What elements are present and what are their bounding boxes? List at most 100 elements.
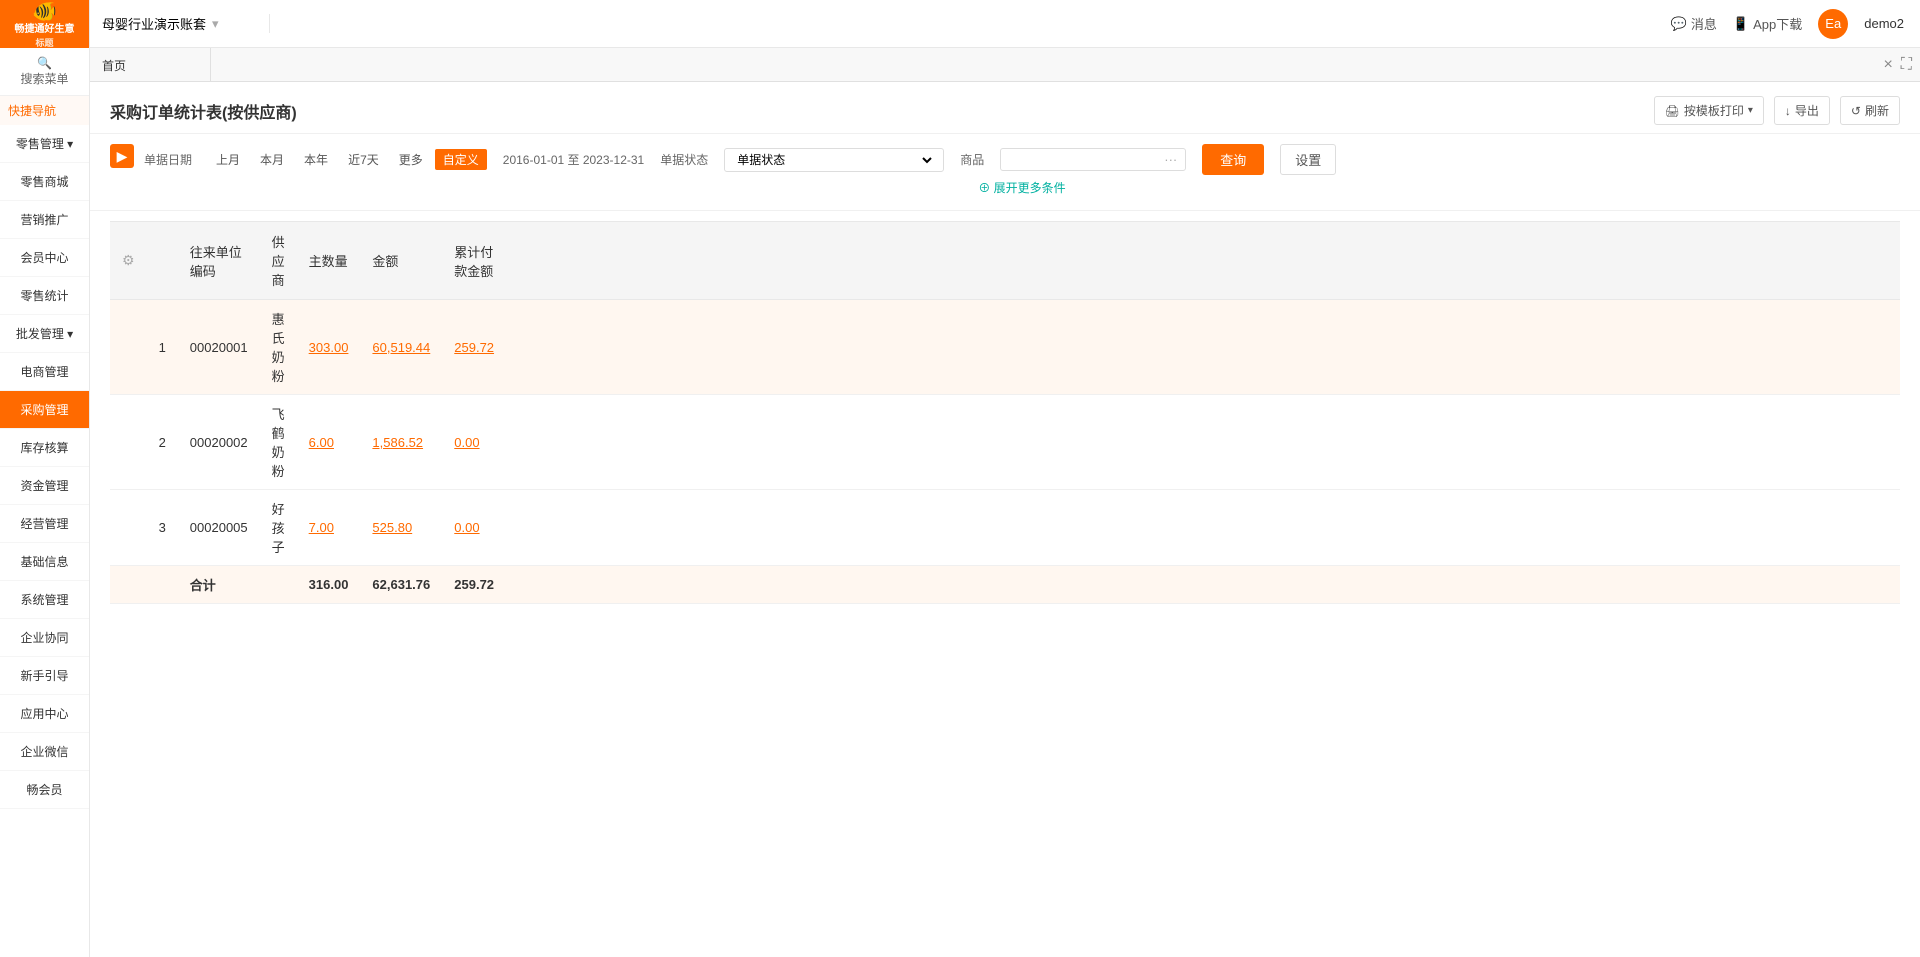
sidebar-quicknav[interactable]: 快捷导航 xyxy=(0,96,89,125)
logo-icon: 🐠 xyxy=(32,0,57,24)
cell-quantity-0: 303.00 xyxy=(297,300,361,395)
cell-index-2: 3 xyxy=(147,490,178,566)
tag-this-month[interactable]: 本月 xyxy=(252,149,292,170)
query-button[interactable]: 查询 xyxy=(1202,144,1264,175)
cell-quantity-1: 6.00 xyxy=(297,395,361,490)
cell-amount-2: 525.80 xyxy=(360,490,442,566)
footer-extra-cell xyxy=(506,566,1900,604)
cell-code-2: 00020005 xyxy=(178,490,260,566)
sidebar-item-15[interactable]: 应用中心 xyxy=(0,695,89,733)
sidebar-item-8[interactable]: 库存核算 xyxy=(0,429,89,467)
col-supplier: 供应商 xyxy=(260,222,297,300)
paid-link-1[interactable]: 0.00 xyxy=(454,435,479,450)
table-row[interactable]: 2 00020002 飞鹤奶粉 6.00 1,586.52 0.00 xyxy=(110,395,1900,490)
footer-settings-cell xyxy=(110,566,147,604)
paid-link-2[interactable]: 0.00 xyxy=(454,520,479,535)
nav-label: 快捷导航 xyxy=(8,102,56,119)
cell-code-0: 00020001 xyxy=(178,300,260,395)
table-body: 1 00020001 惠氏奶粉 303.00 60,519.44 259.72 … xyxy=(110,300,1900,566)
refresh-icon: ↺ xyxy=(1851,104,1861,118)
quantity-link-0[interactable]: 303.00 xyxy=(309,340,349,355)
footer-amount-cell: 62,631.76 xyxy=(360,566,442,604)
quantity-link-2[interactable]: 7.00 xyxy=(309,520,334,535)
close-all-icon[interactable]: × xyxy=(1883,56,1892,74)
tab-item-0[interactable]: 首页 xyxy=(90,48,211,82)
topbar-store[interactable]: 母婴行业演示账套 ▾ xyxy=(90,14,270,33)
expand-more-btn[interactable]: ⊕ 展开更多条件 xyxy=(974,175,1069,200)
sidebar-item-10[interactable]: 经营管理 xyxy=(0,505,89,543)
topbar: 母婴行业演示账套 ▾ 💬 消息 📱 App下载 Ea demo2 xyxy=(90,0,1920,48)
sidebar-logo[interactable]: 🐠 畅捷通好生意 标题 xyxy=(0,0,89,48)
cell-supplier-0: 惠氏奶粉 xyxy=(260,300,297,395)
refresh-button[interactable]: ↺ 刷新 xyxy=(1840,96,1900,125)
sidebar: 🐠 畅捷通好生意 标题 🔍 搜索菜单 快捷导航 零售管理 ▾零售商城营销推广会员… xyxy=(0,0,90,957)
message-btn[interactable]: 💬 消息 xyxy=(1671,14,1717,33)
app-download-btn[interactable]: 📱 App下载 xyxy=(1733,14,1802,33)
sidebar-item-13[interactable]: 企业协同 xyxy=(0,619,89,657)
export-label: 导出 xyxy=(1795,102,1819,119)
cell-quantity-2: 7.00 xyxy=(297,490,361,566)
product-filter-input[interactable]: ··· xyxy=(1000,148,1186,171)
sidebar-item-12[interactable]: 系统管理 xyxy=(0,581,89,619)
message-label: 消息 xyxy=(1691,14,1717,33)
cell-settings-2 xyxy=(110,490,147,566)
cell-settings-1 xyxy=(110,395,147,490)
tag-more-dates[interactable]: 更多 xyxy=(391,149,431,170)
sidebar-item-0[interactable]: 零售管理 ▾ xyxy=(0,125,89,163)
sidebar-item-16[interactable]: 企业微信 xyxy=(0,733,89,771)
sidebar-item-1[interactable]: 零售商城 xyxy=(0,163,89,201)
sidebar-item-9[interactable]: 资金管理 xyxy=(0,467,89,505)
sidebar-item-4[interactable]: 零售统计 xyxy=(0,277,89,315)
settings-button[interactable]: 设置 xyxy=(1280,144,1336,175)
table-area: ⚙ 往来单位编码 供应商 主数量 金额 累计付款金额 1 00020001 惠氏… xyxy=(90,221,1920,624)
tag-last-month[interactable]: 上月 xyxy=(208,149,248,170)
message-icon: 💬 xyxy=(1671,16,1687,32)
status-filter-input[interactable]: 单据状态 xyxy=(724,148,944,172)
product-input[interactable] xyxy=(1009,153,1164,167)
sidebar-item-3[interactable]: 会员中心 xyxy=(0,239,89,277)
sidebar-item-14[interactable]: 新手引导 xyxy=(0,657,89,695)
amount-link-2[interactable]: 525.80 xyxy=(372,520,412,535)
page-title: 采购订单统计表(按供应商) xyxy=(110,99,297,123)
table-row[interactable]: 3 00020005 好孩子 7.00 525.80 0.00 xyxy=(110,490,1900,566)
sidebar-search[interactable]: 🔍 搜索菜单 xyxy=(0,48,89,96)
more-icon[interactable]: ··· xyxy=(1164,152,1177,167)
paid-link-0[interactable]: 259.72 xyxy=(454,340,494,355)
quantity-link-1[interactable]: 6.00 xyxy=(309,435,334,450)
main-content: 采购订单统计表(按供应商) 🖨 按模板打印 ▾ ↓ 导出 ↺ 刷新 ▶ xyxy=(90,82,1920,957)
sidebar-item-6[interactable]: 电商管理 xyxy=(0,353,89,391)
sidebar-item-7[interactable]: 采购管理 xyxy=(0,391,89,429)
table-row[interactable]: 1 00020001 惠氏奶粉 303.00 60,519.44 259.72 xyxy=(110,300,1900,395)
amount-link-1[interactable]: 1,586.52 xyxy=(372,435,423,450)
page-header: 采购订单统计表(按供应商) 🖨 按模板打印 ▾ ↓ 导出 ↺ 刷新 xyxy=(90,82,1920,134)
tag-7days[interactable]: 近7天 xyxy=(340,149,387,170)
expand-icon: ⊕ xyxy=(978,181,990,195)
col-amount: 金额 xyxy=(360,222,442,300)
cell-amount-0: 60,519.44 xyxy=(360,300,442,395)
print-button[interactable]: 🖨 按模板打印 ▾ xyxy=(1654,96,1764,125)
cell-index-0: 1 xyxy=(147,300,178,395)
sidebar-item-5[interactable]: 批发管理 ▾ xyxy=(0,315,89,353)
tab-label-0: 首页 xyxy=(102,57,126,74)
tag-this-year[interactable]: 本年 xyxy=(296,149,336,170)
user-avatar[interactable]: Ea xyxy=(1818,9,1848,39)
user-name: demo2 xyxy=(1864,16,1904,31)
col-quantity: 主数量 xyxy=(297,222,361,300)
gear-icon[interactable]: ⚙ xyxy=(122,252,135,268)
export-button[interactable]: ↓ 导出 xyxy=(1774,96,1830,125)
sidebar-item-17[interactable]: 畅会员 xyxy=(0,771,89,809)
sidebar-item-2[interactable]: 营销推广 xyxy=(0,201,89,239)
col-extra xyxy=(506,222,1900,300)
maximize-icon[interactable]: ⛶ xyxy=(1901,56,1912,74)
status-select[interactable]: 单据状态 xyxy=(733,152,935,168)
tag-custom[interactable]: 自定义 xyxy=(435,149,487,170)
cell-supplier-2: 好孩子 xyxy=(260,490,297,566)
footer-label-cell: 合计 xyxy=(178,566,260,604)
cell-paid-0: 259.72 xyxy=(442,300,506,395)
cell-amount-1: 1,586.52 xyxy=(360,395,442,490)
expand-label: 展开更多条件 xyxy=(994,181,1066,195)
tabs-bar: 首页收发存汇总表×要货单统计表×可用量库存账本×保质期查询×超储预警×功能说明×… xyxy=(90,48,1920,82)
sidebar-item-11[interactable]: 基础信息 xyxy=(0,543,89,581)
amount-link-0[interactable]: 60,519.44 xyxy=(372,340,430,355)
expand-filter-button[interactable]: ▶ xyxy=(110,144,134,168)
